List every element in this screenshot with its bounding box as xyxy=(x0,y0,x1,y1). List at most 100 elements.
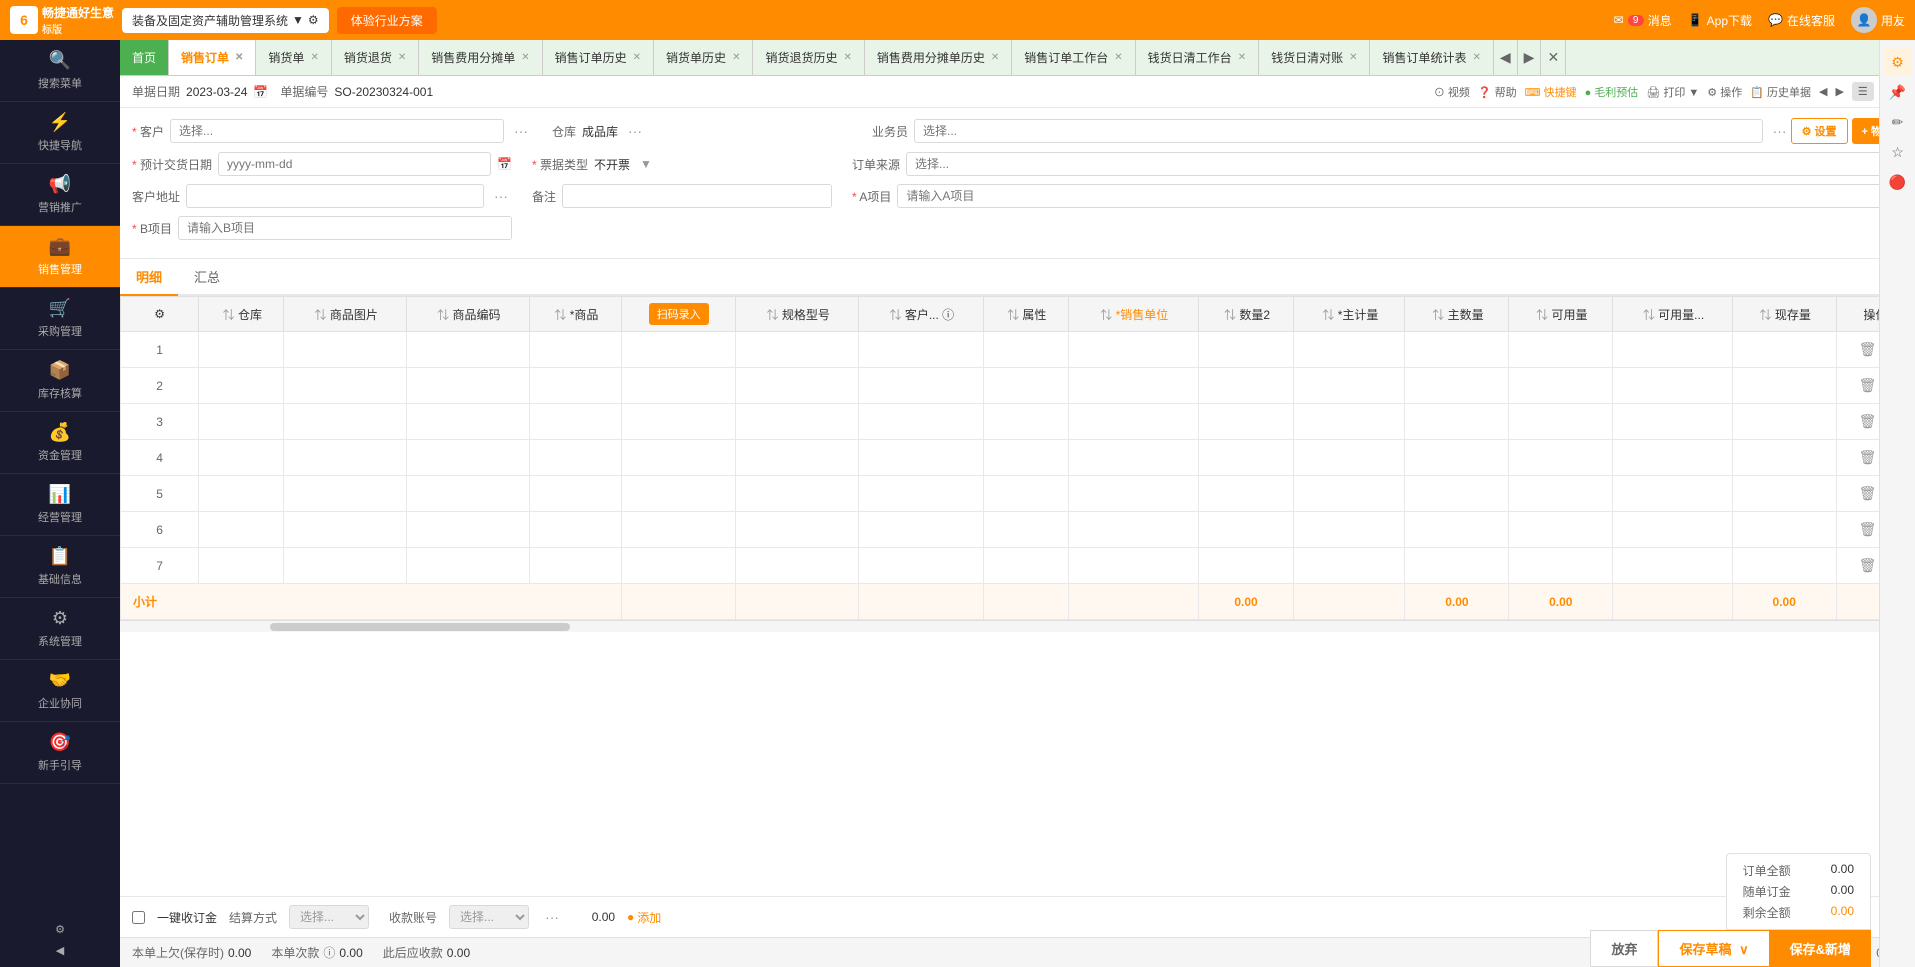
tab-goods-history[interactable]: 销货单历史 ✕ xyxy=(654,40,753,76)
tab-close-icon[interactable]: ✕ xyxy=(521,52,529,63)
row-attribute[interactable] xyxy=(983,332,1068,368)
nav-prev-btn[interactable]: ◀ xyxy=(1819,85,1827,98)
tab-sales-fee[interactable]: 销售费用分摊单 ✕ xyxy=(419,40,542,76)
row-delete-btn[interactable]: 🗑 xyxy=(1859,521,1877,538)
app-download-btn[interactable]: 📱 App下载 xyxy=(1688,12,1752,29)
save-draft-btn[interactable]: 保存草稿 ∨ xyxy=(1658,930,1769,967)
delivery-date-input[interactable] xyxy=(218,152,491,176)
list-view-btn[interactable]: ☰ xyxy=(1852,82,1874,101)
row-delete-btn[interactable]: 🗑 xyxy=(1859,341,1877,358)
payment-select[interactable]: 选择... xyxy=(289,905,369,929)
tab-close-icon[interactable]: ✕ xyxy=(1114,52,1122,63)
right-panel-btn-pin[interactable]: 📌 xyxy=(1884,78,1912,106)
th-scan[interactable]: 扫码录入 xyxy=(622,297,736,332)
tab-close-icon[interactable]: ✕ xyxy=(991,52,999,63)
sidebar-item-management[interactable]: 📊 经营管理 xyxy=(0,474,120,536)
tab-sales-goods[interactable]: 销货单 ✕ xyxy=(256,40,331,76)
tab-cash-workbench[interactable]: 钱货日清工作台 ✕ xyxy=(1136,40,1259,76)
sidebar-item-purchase[interactable]: 🛒 采购管理 xyxy=(0,288,120,350)
row-product[interactable] xyxy=(529,332,621,368)
history-btn[interactable]: 📋 历史单据 xyxy=(1750,84,1811,100)
row-main-qty[interactable] xyxy=(1405,332,1509,368)
tab-cash-reconcile[interactable]: 钱货日清对账 ✕ xyxy=(1259,40,1370,76)
tab-prev-btn[interactable]: ◀ xyxy=(1494,40,1518,76)
user-btn[interactable]: 👤 用友 xyxy=(1851,7,1905,33)
settings-side-btn[interactable]: ⚙ 设置 xyxy=(1791,118,1848,144)
tab-next-btn[interactable]: ▶ xyxy=(1518,40,1542,76)
tab-order-workbench[interactable]: 销售订单工作台 ✕ xyxy=(1012,40,1135,76)
row-stock[interactable] xyxy=(1732,332,1836,368)
account-select[interactable]: 选择... xyxy=(449,905,529,929)
tab-close-icon[interactable]: ✕ xyxy=(1238,52,1246,63)
tab-sales-stats[interactable]: 销售订单统计表 ✕ xyxy=(1370,40,1493,76)
tab-close-icon[interactable]: ✕ xyxy=(235,52,243,63)
scrollbar-thumb[interactable] xyxy=(270,623,570,631)
tab-close-icon[interactable]: ✕ xyxy=(310,52,318,63)
tab-close-icon[interactable]: ✕ xyxy=(633,52,641,63)
invoice-type-value[interactable]: 不开票 xyxy=(594,156,630,173)
discard-btn[interactable]: 放弃 xyxy=(1590,930,1658,967)
shortcut-btn[interactable]: ⌨ 快捷键 xyxy=(1525,84,1577,100)
row-code[interactable] xyxy=(407,332,530,368)
tab-sales-return[interactable]: 销货退货 ✕ xyxy=(332,40,419,76)
tab-sales-order-history[interactable]: 销售订单历史 ✕ xyxy=(543,40,654,76)
account-dots-btn[interactable]: ··· xyxy=(541,909,563,925)
sidebar-item-system[interactable]: ⚙ 系统管理 xyxy=(0,598,120,660)
tab-sales-order[interactable]: 销售订单 ✕ xyxy=(169,40,256,76)
tab-more-btn[interactable]: ✕ xyxy=(1541,40,1566,76)
date-value[interactable]: 2023-03-24 xyxy=(186,85,247,99)
a-project-input[interactable] xyxy=(897,184,1903,208)
messages-btn[interactable]: ✉ 9 消息 xyxy=(1614,12,1672,29)
print-btn[interactable]: 🖨 打印 ▼ xyxy=(1646,84,1699,100)
row-delete-btn[interactable]: 🗑 xyxy=(1859,413,1877,430)
right-panel-btn-edit[interactable]: ✏ xyxy=(1884,108,1912,136)
industry-btn[interactable]: 体验行业方案 xyxy=(337,7,437,34)
help-btn[interactable]: ❓ 帮助 xyxy=(1478,84,1517,100)
horizontal-scrollbar[interactable] xyxy=(120,620,1915,632)
online-service-btn[interactable]: 💬 在线客服 xyxy=(1768,12,1835,29)
remark-input[interactable] xyxy=(562,184,832,208)
row-spec[interactable] xyxy=(736,332,859,368)
sidebar-item-marketing[interactable]: 📢 营销推广 xyxy=(0,164,120,226)
customer-dots-btn[interactable]: ··· xyxy=(510,123,532,139)
customer-input[interactable] xyxy=(170,119,504,143)
row-available[interactable] xyxy=(1509,332,1613,368)
calendar-icon[interactable]: 📅 xyxy=(253,85,268,99)
th-settings[interactable]: ⚙ xyxy=(121,297,199,332)
sidebar-item-sales[interactable]: 💼 销售管理 xyxy=(0,226,120,288)
invoice-dropdown-icon[interactable]: ▼ xyxy=(640,157,652,171)
tab-detail[interactable]: 明细 xyxy=(120,259,178,296)
one-click-checkbox[interactable] xyxy=(132,911,145,924)
row-qty2[interactable] xyxy=(1198,332,1294,368)
row-customer-code[interactable] xyxy=(858,332,983,368)
row-available2[interactable] xyxy=(1613,332,1733,368)
right-panel-btn-star[interactable]: ☆ xyxy=(1884,138,1912,166)
tab-close-icon[interactable]: ✕ xyxy=(1473,52,1481,63)
tab-close-icon[interactable]: ✕ xyxy=(1349,52,1357,63)
sidebar-collapse-btn[interactable]: ◀ xyxy=(56,944,64,957)
order-source-input[interactable] xyxy=(906,152,1903,176)
b-project-input[interactable] xyxy=(178,216,512,240)
row-warehouse[interactable] xyxy=(199,332,284,368)
ops-btn[interactable]: ⚙ 操作 xyxy=(1707,84,1742,100)
tab-close-icon[interactable]: ✕ xyxy=(398,52,406,63)
sidebar-item-guide[interactable]: 🎯 新手引导 xyxy=(0,722,120,784)
tab-close-icon[interactable]: ✕ xyxy=(732,52,740,63)
tab-return-history[interactable]: 销货退货历史 ✕ xyxy=(753,40,864,76)
sidebar-item-basic[interactable]: 📋 基础信息 xyxy=(0,536,120,598)
address-dots-btn[interactable]: ··· xyxy=(490,188,512,204)
right-panel-btn-settings[interactable]: ⚙ xyxy=(1884,48,1912,76)
row-main-unit[interactable] xyxy=(1294,332,1405,368)
address-input[interactable] xyxy=(186,184,484,208)
profit-btn[interactable]: ● 毛利预估 xyxy=(1585,84,1639,100)
sidebar-item-enterprise[interactable]: 🤝 企业协同 xyxy=(0,660,120,722)
row-delete-btn[interactable]: 🗑 xyxy=(1859,377,1877,394)
code-value[interactable]: SO-20230324-001 xyxy=(334,85,433,99)
save-new-btn[interactable]: 保存&新增 xyxy=(1770,930,1871,967)
row-delete-btn[interactable]: 🗑 xyxy=(1859,485,1877,502)
sidebar-item-quicknav[interactable]: ⚡ 快捷导航 xyxy=(0,102,120,164)
salesperson-input[interactable] xyxy=(914,119,1763,143)
sidebar-item-inventory[interactable]: 📦 库存核算 xyxy=(0,350,120,412)
nav-next-btn[interactable]: ▶ xyxy=(1835,85,1843,98)
row-delete-btn[interactable]: 🗑 xyxy=(1859,449,1877,466)
